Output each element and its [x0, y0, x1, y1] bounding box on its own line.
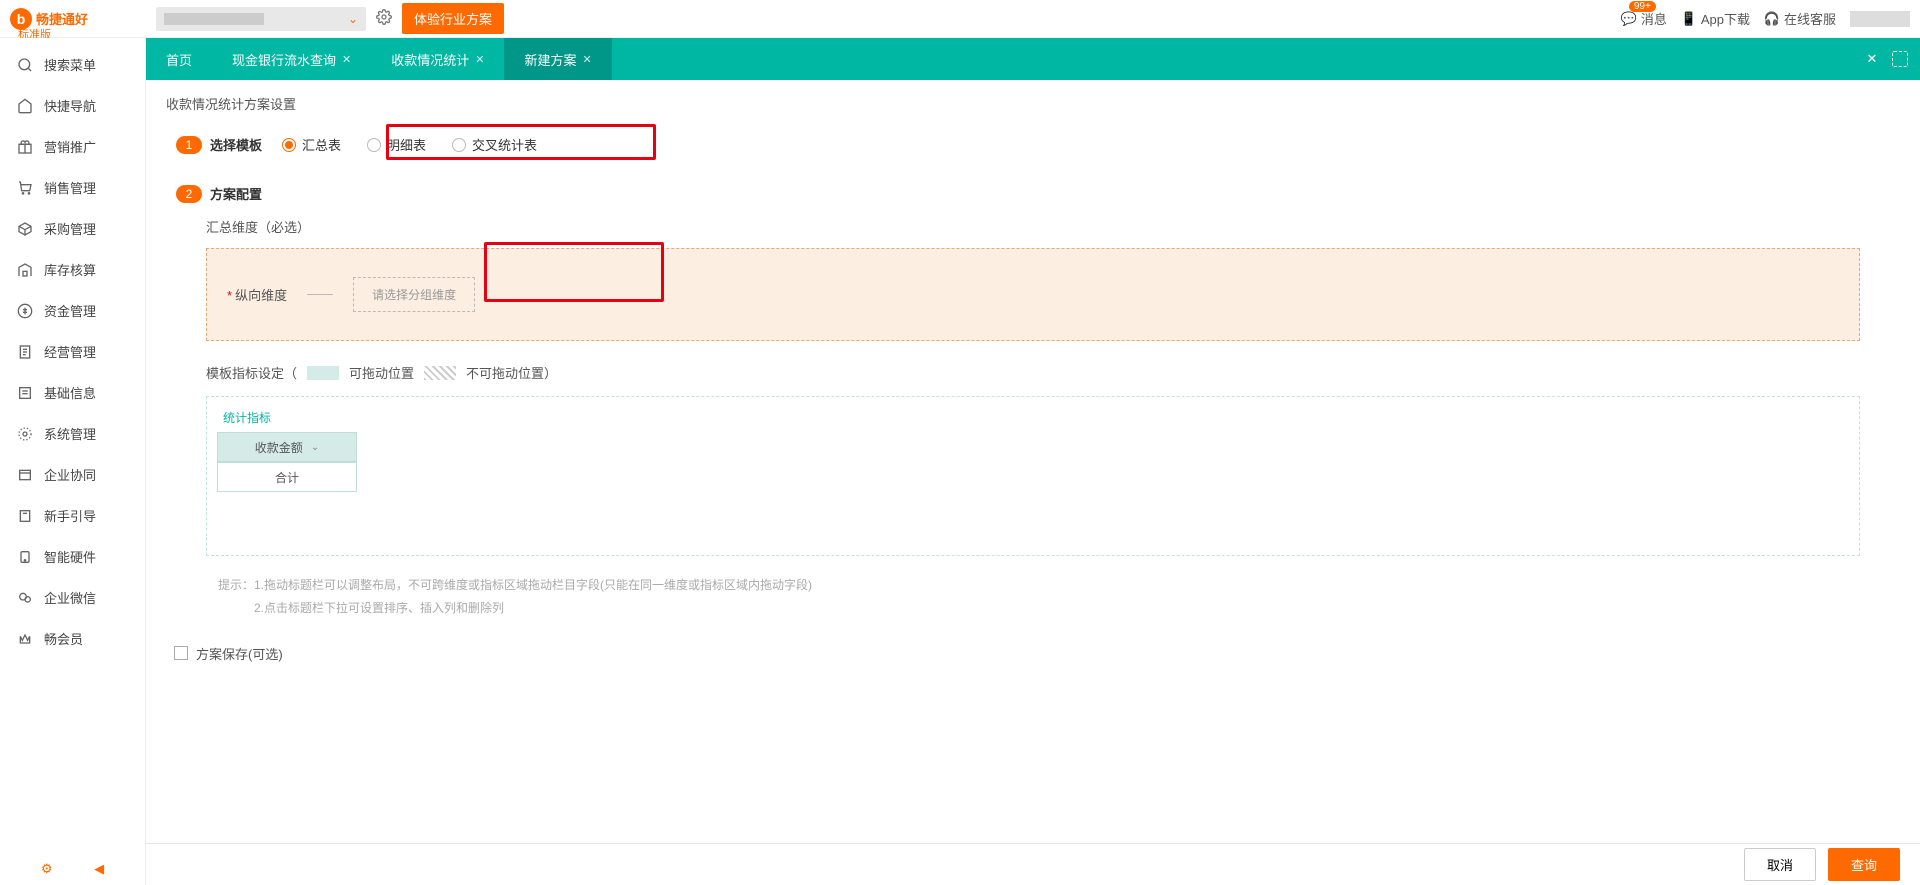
query-button[interactable]: 查询 — [1828, 848, 1900, 881]
mobile-icon: 📱 — [1681, 11, 1697, 27]
settings-icon[interactable] — [376, 9, 392, 28]
home-icon — [16, 97, 34, 115]
messages-badge: 99+ — [1629, 1, 1656, 12]
sidebar-item-2[interactable]: 营销推广 — [0, 126, 145, 167]
company-selector[interactable]: ⌄ — [156, 7, 366, 31]
stat-title: 统计指标 — [217, 407, 1849, 428]
vertical-dim-label: *纵向维度 — [227, 285, 287, 304]
tab-close-icon[interactable]: ✕ — [475, 53, 484, 66]
radio-template-1[interactable]: 明细表 — [367, 135, 426, 154]
radio-icon — [367, 138, 381, 152]
cart-icon — [16, 179, 34, 197]
search-icon — [16, 56, 34, 74]
dimension-dropzone[interactable]: 请选择分组维度 — [353, 277, 475, 312]
indicator-legend: 模板指标设定（ 可拖动位置 不可拖动位置） — [146, 357, 1920, 388]
sidebar-item-3[interactable]: 销售管理 — [0, 167, 145, 208]
info-icon — [16, 384, 34, 402]
device-icon — [16, 548, 34, 566]
page-body: 收款情况统计方案设置 1 选择模板 汇总表 明细表 交叉统计表 2 方案配置 汇总维… — [146, 80, 1920, 885]
sidebar-item-8[interactable]: 基础信息 — [0, 372, 145, 413]
sidebar-item-11[interactable]: 新手引导 — [0, 495, 145, 536]
step2-badge: 2 — [176, 185, 202, 203]
step1-label: 选择模板 — [210, 135, 262, 154]
trial-button[interactable]: 体验行业方案 — [402, 3, 504, 34]
sidebar-item-12[interactable]: 智能硬件 — [0, 536, 145, 577]
wechat-icon — [16, 589, 34, 607]
save-checkbox[interactable] — [174, 646, 188, 660]
sidebar-item-6[interactable]: 资金管理 — [0, 290, 145, 331]
sidebar-item-0[interactable]: 搜索菜单 — [0, 44, 145, 85]
warehouse-icon — [16, 261, 34, 279]
fullscreen-icon[interactable] — [1892, 51, 1908, 67]
guide-icon — [16, 507, 34, 525]
tab-2[interactable]: 收款情况统计✕ — [371, 38, 504, 80]
messages-link[interactable]: 99+ 💬 消息 — [1621, 9, 1667, 28]
sidebar-item-1[interactable]: 快捷导航 — [0, 85, 145, 126]
footer: 取消 查询 — [146, 843, 1920, 885]
step2-label: 方案配置 — [210, 184, 262, 203]
package-icon — [16, 220, 34, 238]
sidebar-item-4[interactable]: 采购管理 — [0, 208, 145, 249]
user-placeholder[interactable] — [1850, 11, 1910, 27]
sidebar-item-10[interactable]: 企业协同 — [0, 454, 145, 495]
logo: b 畅捷通好 标准版 — [10, 8, 146, 30]
tab-close-icon[interactable]: ✕ — [583, 53, 592, 66]
dimension-section-label: 汇总维度（必选） — [146, 211, 1920, 242]
tabs-close-all[interactable]: ✕ — [1862, 49, 1882, 69]
radio-icon — [452, 138, 466, 152]
chevron-down-icon: ⌄ — [311, 442, 319, 453]
tab-0[interactable]: 首页 — [146, 38, 212, 80]
message-icon: 💬 — [1621, 11, 1637, 27]
sidebar: 搜索菜单快捷导航营销推广销售管理采购管理库存核算资金管理经营管理基础信息系统管理… — [0, 38, 146, 885]
page-title: 收款情况统计方案设置 — [146, 80, 1920, 127]
step1-badge: 1 — [176, 136, 202, 154]
tab-1[interactable]: 现金银行流水查询✕ — [212, 38, 371, 80]
chip-draggable — [307, 366, 339, 380]
tab-close-icon[interactable]: ✕ — [342, 53, 351, 66]
doc-icon — [16, 343, 34, 361]
vip-icon — [16, 630, 34, 648]
online-service-link[interactable]: 🎧 在线客服 — [1764, 9, 1836, 28]
sidebar-item-14[interactable]: 畅会员 — [0, 618, 145, 659]
radio-template-2[interactable]: 交叉统计表 — [452, 135, 537, 154]
chip-not-draggable — [424, 366, 456, 380]
radio-template-0[interactable]: 汇总表 — [282, 135, 341, 154]
headset-icon: 🎧 — [1764, 11, 1780, 27]
sidebar-bottom-left[interactable]: ⚙ — [41, 861, 53, 877]
stat-item-amount[interactable]: 收款金额 ⌄ — [217, 432, 357, 462]
radio-icon — [282, 138, 296, 152]
collab-icon — [16, 466, 34, 484]
gear-icon — [16, 425, 34, 443]
cancel-button[interactable]: 取消 — [1744, 848, 1816, 881]
sidebar-item-7[interactable]: 经营管理 — [0, 331, 145, 372]
stat-item-total[interactable]: 合计 — [217, 462, 357, 492]
gift-icon — [16, 138, 34, 156]
tabs-bar: 首页现金银行流水查询✕收款情况统计✕新建方案✕ ✕ — [146, 38, 1920, 80]
money-icon — [16, 302, 34, 320]
tab-3[interactable]: 新建方案✕ — [504, 38, 611, 80]
app-download-link[interactable]: 📱 App下载 — [1681, 9, 1750, 28]
connector-line — [307, 294, 333, 295]
indicator-container: 统计指标 收款金额 ⌄ 合计 — [206, 396, 1860, 556]
sidebar-item-5[interactable]: 库存核算 — [0, 249, 145, 290]
save-label: 方案保存(可选) — [196, 644, 283, 663]
company-name-placeholder — [164, 13, 264, 25]
sidebar-item-13[interactable]: 企业微信 — [0, 577, 145, 618]
tips-block: 提示：1.拖动标题栏可以调整布局，不可跨维度或指标区域拖动栏目字段(只能在同一维… — [146, 564, 1920, 630]
sidebar-item-9[interactable]: 系统管理 — [0, 413, 145, 454]
chevron-down-icon: ⌄ — [348, 12, 358, 26]
sidebar-bottom-right[interactable]: ◀ — [94, 861, 104, 877]
dimension-container: *纵向维度 请选择分组维度 — [206, 248, 1860, 341]
